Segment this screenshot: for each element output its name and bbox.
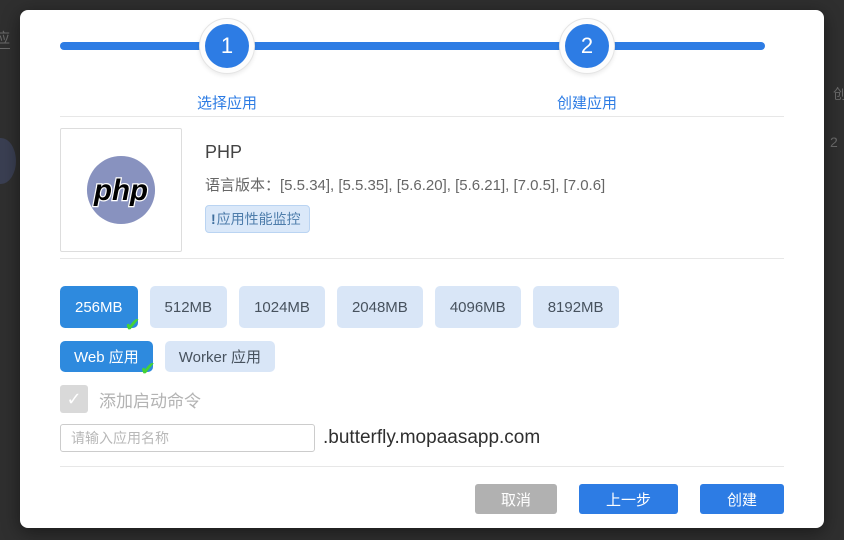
modal-footer: 取消 上一步 创建 [60,484,784,514]
step-2-halo: 2 [559,18,615,74]
apm-tag-label: 应用性能监控 [216,211,301,227]
previous-step-button[interactable]: 上一步 [578,484,678,514]
memory-option-1024mb[interactable]: 1024MB [239,286,325,328]
step-2-circle[interactable]: 2 [565,24,609,68]
app-name-input[interactable] [60,424,315,452]
startup-command-label: 添加启动命令 [99,391,201,411]
cancel-button[interactable]: 取消 [474,484,557,514]
memory-option-label: 1024MB [254,298,310,316]
check-icon: ✔ [124,315,141,336]
selected-app-section: php PHP 语言版本：[5.5.34], [5.5.35], [5.6.20… [60,117,784,258]
php-logo-card: php [60,128,182,252]
startup-command-row: ✓ 添加启动命令 [60,385,784,413]
step-2-create-app[interactable]: 2 创建应用 [507,10,667,113]
php-logo-icon: php [86,155,156,225]
background-logo-fragment [0,138,16,184]
exclamation-icon: ! [211,211,216,227]
memory-option-label: 512MB [164,298,213,316]
divider [60,258,784,259]
memory-option-2048mb[interactable]: 2048MB [336,286,423,328]
background-text-fragment: 2 [830,134,838,150]
background-text-fragment: 创 [833,86,844,102]
step-1-select-app[interactable]: 1 选择应用 [147,10,307,113]
step-2-label: 创建应用 [556,95,617,112]
step-1-label: 选择应用 [196,95,257,112]
create-app-modal: 1 选择应用 2 创建应用 php PHP 语言版本：[5.5.34], [5.… [20,10,824,528]
app-name-row: .butterfly.mopaasapp.com [60,424,784,452]
step-1-halo: 1 [199,18,255,74]
app-title: PHP [205,142,243,162]
svg-text:php: php [93,174,148,207]
memory-option-label: 256MB [75,298,123,316]
domain-suffix: .butterfly.mopaasapp.com [323,427,541,448]
app-info: PHP 语言版本：[5.5.34], [5.5.35], [5.6.20], [… [205,128,605,258]
app-type-label: Web 应用 [74,349,139,366]
app-type-web[interactable]: Web 应用 ✔ [60,341,156,379]
app-type-worker[interactable]: Worker 应用 [164,341,275,372]
memory-option-4096mb[interactable]: 4096MB [434,286,521,328]
memory-option-256mb[interactable]: 256MB ✔ [60,286,141,335]
app-type-label: Worker 应用 [178,349,261,366]
app-type-options: Web 应用 ✔ Worker 应用 [60,341,784,379]
memory-option-label: 8192MB [547,298,604,316]
background-text-fragment: 应 [0,28,10,49]
step-1-circle[interactable]: 1 [205,24,249,68]
app-language-versions: 语言版本：[5.5.34], [5.5.35], [5.6.20], [5.6.… [205,177,606,194]
memory-size-options: 256MB ✔ 512MB 1024MB 2048MB 4096MB 8192M… [60,286,784,335]
memory-option-label: 2048MB [351,298,408,316]
create-button[interactable]: 创建 [699,484,784,514]
stepper: 1 选择应用 2 创建应用 [60,10,784,117]
memory-option-8192mb[interactable]: 8192MB [532,286,619,328]
divider [60,466,784,467]
startup-command-checkbox[interactable]: ✓ [60,385,88,413]
memory-option-512mb[interactable]: 512MB [149,286,228,328]
apm-tag: ! 应用性能监控 [205,205,310,233]
memory-option-label: 4096MB [449,298,506,316]
check-icon: ✔ [139,359,156,380]
